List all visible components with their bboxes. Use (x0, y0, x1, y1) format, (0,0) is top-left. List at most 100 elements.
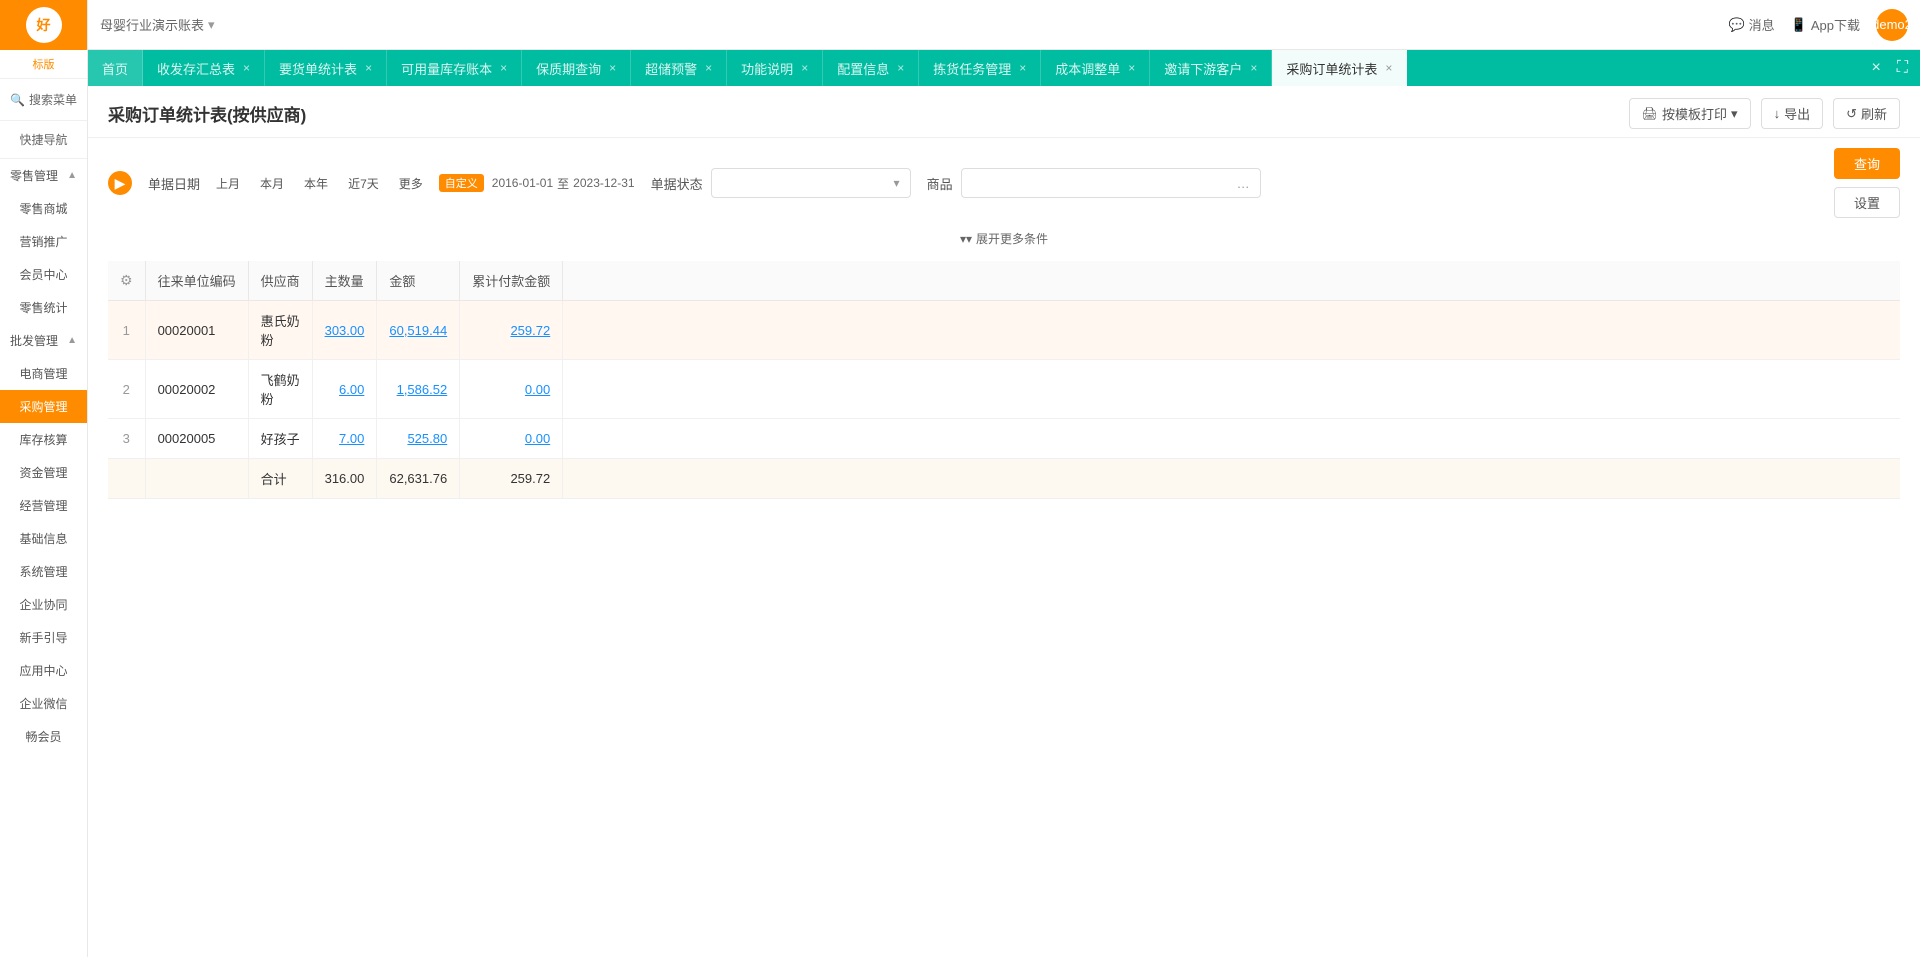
expand-filter-button[interactable]: ▾▾ 展开更多条件 (948, 226, 1060, 251)
settings-button[interactable]: 设置 (1834, 187, 1900, 218)
col-amount: 金额 (377, 261, 460, 301)
sidebar-item-retail_manage[interactable]: 零售管理▲ (0, 159, 87, 192)
shortcut-last-month[interactable]: 上月 (208, 173, 248, 194)
refresh-button[interactable]: ↺ 刷新 (1833, 98, 1900, 129)
cell-quantity[interactable]: 6.00 (312, 360, 377, 419)
tab-available_stock[interactable]: 可用量库存账本× (387, 50, 522, 86)
logo-text-label[interactable]: 标版 (0, 50, 87, 79)
filter-toggle-button[interactable]: ▶ (108, 171, 132, 195)
cell-extra (563, 419, 1900, 459)
tab-close-invite_downstream[interactable]: × (1250, 61, 1257, 75)
sidebar-item-appcenter[interactable]: 应用中心 (0, 654, 87, 687)
cell-extra (563, 360, 1900, 419)
tab-order_summary[interactable]: 要货单统计表× (265, 50, 387, 86)
cell-code: 00020005 (145, 419, 248, 459)
shortcut-this-year[interactable]: 本年 (296, 173, 336, 194)
cell-amount[interactable]: 525.80 (377, 419, 460, 459)
tab-receive_summary[interactable]: 收发存汇总表× (143, 50, 265, 86)
sidebar-item-label-retail_manage: 零售管理 (10, 167, 58, 184)
cell-paid[interactable]: 259.72 (460, 301, 563, 360)
cell-amount[interactable]: 1,586.52 (377, 360, 460, 419)
cell-quantity[interactable]: 303.00 (312, 301, 377, 360)
search-icon: 🔍 (10, 93, 25, 107)
sidebar-item-marketing[interactable]: 营销推广 (0, 225, 87, 258)
sidebar-item-operations[interactable]: 经营管理 (0, 489, 87, 522)
sidebar-item-retail_stats[interactable]: 零售统计 (0, 291, 87, 324)
goods-input[interactable]: … (961, 168, 1261, 198)
sidebar-item-vip[interactable]: 畅会员 (0, 720, 87, 753)
sidebar-item-label-ecommerce: 电商管理 (19, 365, 67, 382)
cell-amount[interactable]: 60,519.44 (377, 301, 460, 360)
query-button[interactable]: 查询 (1834, 148, 1900, 179)
user-avatar[interactable]: demo2 (1876, 9, 1908, 41)
sidebar-item-label-enterprise: 企业协同 (19, 596, 67, 613)
tab-close-cost_adjust[interactable]: × (1128, 61, 1135, 75)
tab-label-purchase_summary: 采购订单统计表 (1286, 59, 1377, 78)
tab-label-home: 首页 (102, 59, 128, 78)
tab-close-expiry_query[interactable]: × (609, 61, 616, 75)
table-settings-icon[interactable]: ⚙ (120, 272, 133, 288)
tab-label-invite_downstream: 邀请下游客户 (1164, 59, 1242, 78)
shortcut-more[interactable]: 更多 (391, 173, 431, 194)
tab-close-overstock_alert[interactable]: × (705, 61, 712, 75)
tab-function_desc[interactable]: 功能说明× (727, 50, 823, 86)
sidebar-item-enterprise[interactable]: 企业协同 (0, 588, 87, 621)
sidebar-item-finance[interactable]: 资金管理 (0, 456, 87, 489)
sidebar-item-wechat[interactable]: 企业微信 (0, 687, 87, 720)
tab-home[interactable]: 首页 (88, 50, 143, 86)
tab-invite_downstream[interactable]: 邀请下游客户 × (1150, 50, 1272, 86)
cell-quantity[interactable]: 7.00 (312, 419, 377, 459)
tab-close-order_summary[interactable]: × (365, 61, 372, 75)
sidebar-item-label-member_center: 会员中心 (19, 266, 67, 283)
tab-pick_task[interactable]: 拣货任务管理× (919, 50, 1041, 86)
status-select[interactable]: ▾ (711, 168, 911, 198)
sidebar-item-newguide[interactable]: 新手引导 (0, 621, 87, 654)
sidebar-arrow-icon-wholesale: ▲ (67, 335, 77, 346)
sidebar-item-ecommerce[interactable]: 电商管理 (0, 357, 87, 390)
col-extra (563, 261, 1900, 301)
sidebar-item-basics[interactable]: 基础信息 (0, 522, 87, 555)
settings-col-header: ⚙ (108, 261, 145, 301)
sidebar-item-purchase[interactable]: 采购管理 (0, 390, 87, 423)
sidebar-item-wholesale[interactable]: 批发管理▲ (0, 324, 87, 357)
tab-close-all-button[interactable]: × (1867, 55, 1884, 81)
export-icon: ↓ (1774, 106, 1781, 121)
app-download-button[interactable]: 📱 App下载 (1791, 15, 1860, 34)
date-start: 2016-01-01 (492, 176, 553, 190)
quicknav-button[interactable]: 快捷导航 (0, 125, 87, 154)
sidebar-item-inventory[interactable]: 库存核算 (0, 423, 87, 456)
tab-expiry_query[interactable]: 保质期查询× (522, 50, 631, 86)
custom-date-tag[interactable]: 自定义 (439, 174, 484, 192)
tab-close-function_desc[interactable]: × (801, 61, 808, 75)
tab-close-config_info[interactable]: × (897, 61, 904, 75)
sidebar-item-member_center[interactable]: 会员中心 (0, 258, 87, 291)
cell-paid[interactable]: 0.00 (460, 360, 563, 419)
tab-overstock_alert[interactable]: 超储预警× (631, 50, 727, 86)
message-button[interactable]: 💬 消息 (1728, 15, 1774, 34)
shortcut-this-month[interactable]: 本月 (252, 173, 292, 194)
shortcut-7days[interactable]: 近7天 (340, 173, 387, 194)
tab-close-available_stock[interactable]: × (500, 61, 507, 75)
sidebar-menu: 零售管理▲零售商城营销推广会员中心零售统计批发管理▲电商管理采购管理库存核算资金… (0, 159, 87, 957)
cell-paid[interactable]: 0.00 (460, 419, 563, 459)
print-button[interactable]: 🖨 按模板打印 ▾ (1629, 98, 1751, 129)
footer-total-amount: 62,631.76 (377, 459, 460, 499)
export-button[interactable]: ↓ 导出 (1761, 98, 1824, 129)
tab-close-purchase_summary[interactable]: × (1385, 61, 1392, 75)
tab-purchase_summary[interactable]: 采购订单统计表 × (1272, 50, 1407, 86)
sidebar-item-system[interactable]: 系统管理 (0, 555, 87, 588)
tab-close-receive_summary[interactable]: × (243, 61, 250, 75)
top-nav-right: 💬 消息 📱 App下载 demo2 (1728, 9, 1908, 41)
tab-cost_adjust[interactable]: 成本调整单× (1041, 50, 1150, 86)
tab-close-pick_task[interactable]: × (1019, 61, 1026, 75)
workspace-selector[interactable]: 母婴行业演示账表 ▾ (100, 15, 215, 34)
col-quantity: 主数量 (312, 261, 377, 301)
search-menu-button[interactable]: 🔍 搜索菜单 (6, 87, 81, 112)
message-icon: 💬 (1728, 17, 1744, 33)
tab-maximize-button[interactable]: ⛶ (1893, 55, 1912, 81)
logo-area: 好 (0, 0, 87, 50)
sidebar-item-retail_shop[interactable]: 零售商城 (0, 192, 87, 225)
sidebar-item-label-marketing: 营销推广 (19, 233, 67, 250)
tab-config_info[interactable]: 配置信息× (823, 50, 919, 86)
sidebar-item-label-newguide: 新手引导 (19, 629, 67, 646)
